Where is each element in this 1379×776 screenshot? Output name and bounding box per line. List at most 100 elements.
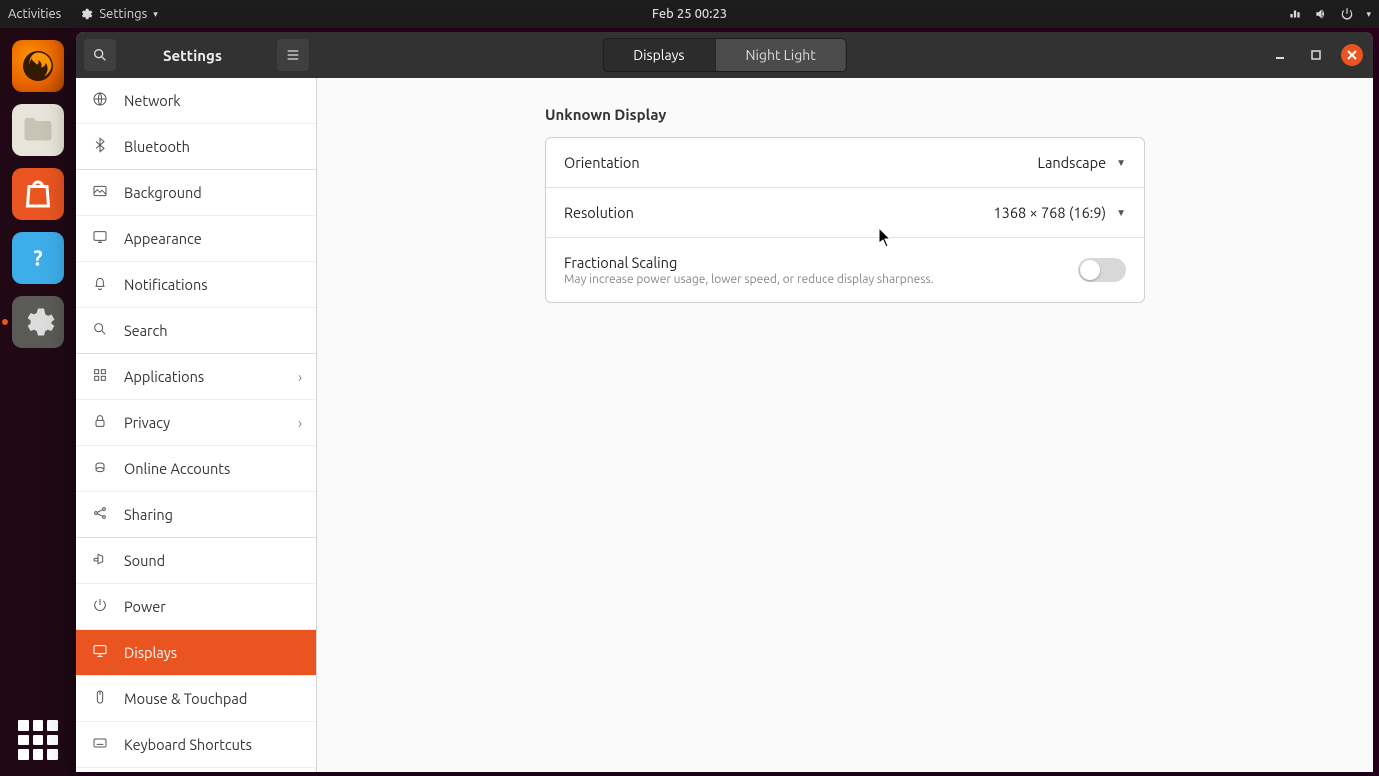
- tab-night-light-label: Night Light: [746, 47, 816, 63]
- sidebar-item-label: Displays: [124, 644, 177, 661]
- sidebar-item-label: Background: [124, 184, 202, 201]
- applications-icon: [92, 367, 108, 386]
- view-switcher: Displays Night Light: [602, 38, 847, 72]
- window-title: Settings: [116, 47, 269, 64]
- sidebar-item-notifications[interactable]: Notifications: [76, 262, 316, 308]
- titlebar: Settings Displays Night Light: [76, 32, 1373, 78]
- sidebar-item-label: Online Accounts: [124, 460, 230, 477]
- network-icon: [92, 91, 108, 110]
- settings-sidebar[interactable]: Network Bluetooth Background Appearance Noti…: [76, 78, 317, 772]
- search-icon: [92, 47, 108, 63]
- sharing-icon: [92, 505, 108, 524]
- sidebar-item-displays[interactable]: Displays: [76, 630, 316, 676]
- chevron-right-icon: ›: [298, 369, 302, 385]
- dock-item-settings[interactable]: [12, 296, 64, 348]
- sidebar-item-keyboard-shortcuts[interactable]: Keyboard Shortcuts: [76, 722, 316, 768]
- fractional-scaling-label: Fractional Scaling: [564, 254, 934, 271]
- svg-text:?: ?: [33, 246, 42, 270]
- tab-night-light[interactable]: Night Light: [715, 39, 846, 71]
- sidebar-item-label: Privacy: [124, 414, 170, 431]
- sidebar-item-label: Power: [124, 598, 166, 615]
- sidebar-item-power[interactable]: Power: [76, 584, 316, 630]
- sidebar-item-label: Mouse & Touchpad: [124, 690, 247, 707]
- sidebar-item-privacy[interactable]: Privacy ›: [76, 400, 316, 446]
- tab-displays[interactable]: Displays: [603, 39, 714, 71]
- dock-item-firefox[interactable]: [12, 40, 64, 92]
- sidebar-item-sound[interactable]: Sound: [76, 538, 316, 584]
- chevron-down-icon: ▼: [1116, 207, 1126, 219]
- sidebar-item-label: Network: [124, 92, 181, 109]
- mouse-touchpad-icon: [92, 689, 108, 708]
- resolution-value: 1368 × 768 (16:9): [993, 204, 1106, 221]
- online-accounts-icon: [92, 459, 108, 478]
- sidebar-item-sharing[interactable]: Sharing: [76, 492, 316, 538]
- notifications-icon: [92, 275, 108, 294]
- sidebar-item-label: Sharing: [124, 506, 173, 523]
- fractional-scaling-sublabel: May increase power usage, lower speed, o…: [564, 273, 934, 286]
- display-settings-panel: Orientation Landscape ▼ Resolution 1368 …: [545, 137, 1145, 303]
- maximize-icon: [1310, 49, 1322, 61]
- shopping-bag-icon: [20, 176, 56, 212]
- sidebar-item-search[interactable]: Search: [76, 308, 316, 354]
- app-menu-button[interactable]: Settings ▾: [79, 7, 157, 21]
- displays-panel: Unknown Display Orientation Landscape ▼ …: [317, 78, 1373, 772]
- tab-displays-label: Displays: [633, 47, 684, 63]
- dock-item-software[interactable]: [12, 168, 64, 220]
- sidebar-item-bluetooth[interactable]: Bluetooth: [76, 124, 316, 170]
- help-icon: ?: [20, 240, 56, 276]
- clock-label: Feb 25 00:23: [652, 7, 727, 21]
- clock[interactable]: Feb 25 00:23: [652, 7, 727, 21]
- dock-item-help[interactable]: ?: [12, 232, 64, 284]
- orientation-dropdown[interactable]: Landscape ▼: [1038, 154, 1126, 171]
- orientation-row[interactable]: Orientation Landscape ▼: [546, 138, 1144, 188]
- chevron-down-icon: ▾: [153, 9, 158, 20]
- sidebar-item-label: Sound: [124, 552, 165, 569]
- background-icon: [92, 183, 108, 202]
- sidebar-item-label: Bluetooth: [124, 138, 190, 155]
- sidebar-item-applications[interactable]: Applications ›: [76, 354, 316, 400]
- minimize-button[interactable]: [1269, 44, 1291, 66]
- sidebar-item-label: Notifications: [124, 276, 208, 293]
- system-status-area[interactable]: ▾: [1288, 7, 1371, 21]
- gear-icon: [79, 7, 93, 21]
- orientation-label: Orientation: [564, 154, 640, 171]
- gear-icon: [20, 304, 56, 340]
- sidebar-item-label: Appearance: [124, 230, 202, 247]
- minimize-icon: [1274, 49, 1286, 61]
- power-icon: [1340, 7, 1354, 21]
- activities-label: Activities: [8, 7, 61, 21]
- firefox-icon: [20, 48, 56, 84]
- search-icon: [92, 321, 108, 340]
- sidebar-item-background[interactable]: Background: [76, 170, 316, 216]
- sidebar-item-network[interactable]: Network: [76, 78, 316, 124]
- sidebar-item-online-accounts[interactable]: Online Accounts: [76, 446, 316, 492]
- fractional-scaling-row: Fractional Scaling May increase power us…: [546, 238, 1144, 302]
- network-icon: [1288, 7, 1302, 21]
- close-icon: [1346, 49, 1358, 61]
- sidebar-item-label: Applications: [124, 368, 204, 385]
- resolution-row[interactable]: Resolution 1368 × 768 (16:9) ▼: [546, 188, 1144, 238]
- show-applications-button[interactable]: [18, 720, 58, 760]
- sidebar-item-label: Keyboard Shortcuts: [124, 736, 252, 753]
- privacy-icon: [92, 413, 108, 432]
- activities-button[interactable]: Activities: [8, 7, 61, 21]
- settings-window: Settings Displays Night Light Network Blu…: [76, 32, 1373, 772]
- appearance-icon: [92, 229, 108, 248]
- sidebar-item-mouse-touchpad[interactable]: Mouse & Touchpad: [76, 676, 316, 722]
- display-name-heading: Unknown Display: [545, 106, 1145, 123]
- primary-menu-button[interactable]: [277, 39, 309, 71]
- ubuntu-dock: ?: [0, 28, 76, 776]
- fractional-scaling-switch[interactable]: [1078, 258, 1126, 282]
- displays-icon: [92, 643, 108, 662]
- switch-knob: [1080, 260, 1100, 280]
- search-button[interactable]: [84, 39, 116, 71]
- folder-icon: [20, 112, 56, 148]
- resolution-label: Resolution: [564, 204, 634, 221]
- close-button[interactable]: [1341, 44, 1363, 66]
- maximize-button[interactable]: [1305, 44, 1327, 66]
- resolution-dropdown[interactable]: 1368 × 768 (16:9) ▼: [993, 204, 1126, 221]
- sidebar-item-appearance[interactable]: Appearance: [76, 216, 316, 262]
- keyboard-shortcuts-icon: [92, 735, 108, 754]
- dock-item-files[interactable]: [12, 104, 64, 156]
- chevron-right-icon: ›: [298, 415, 302, 431]
